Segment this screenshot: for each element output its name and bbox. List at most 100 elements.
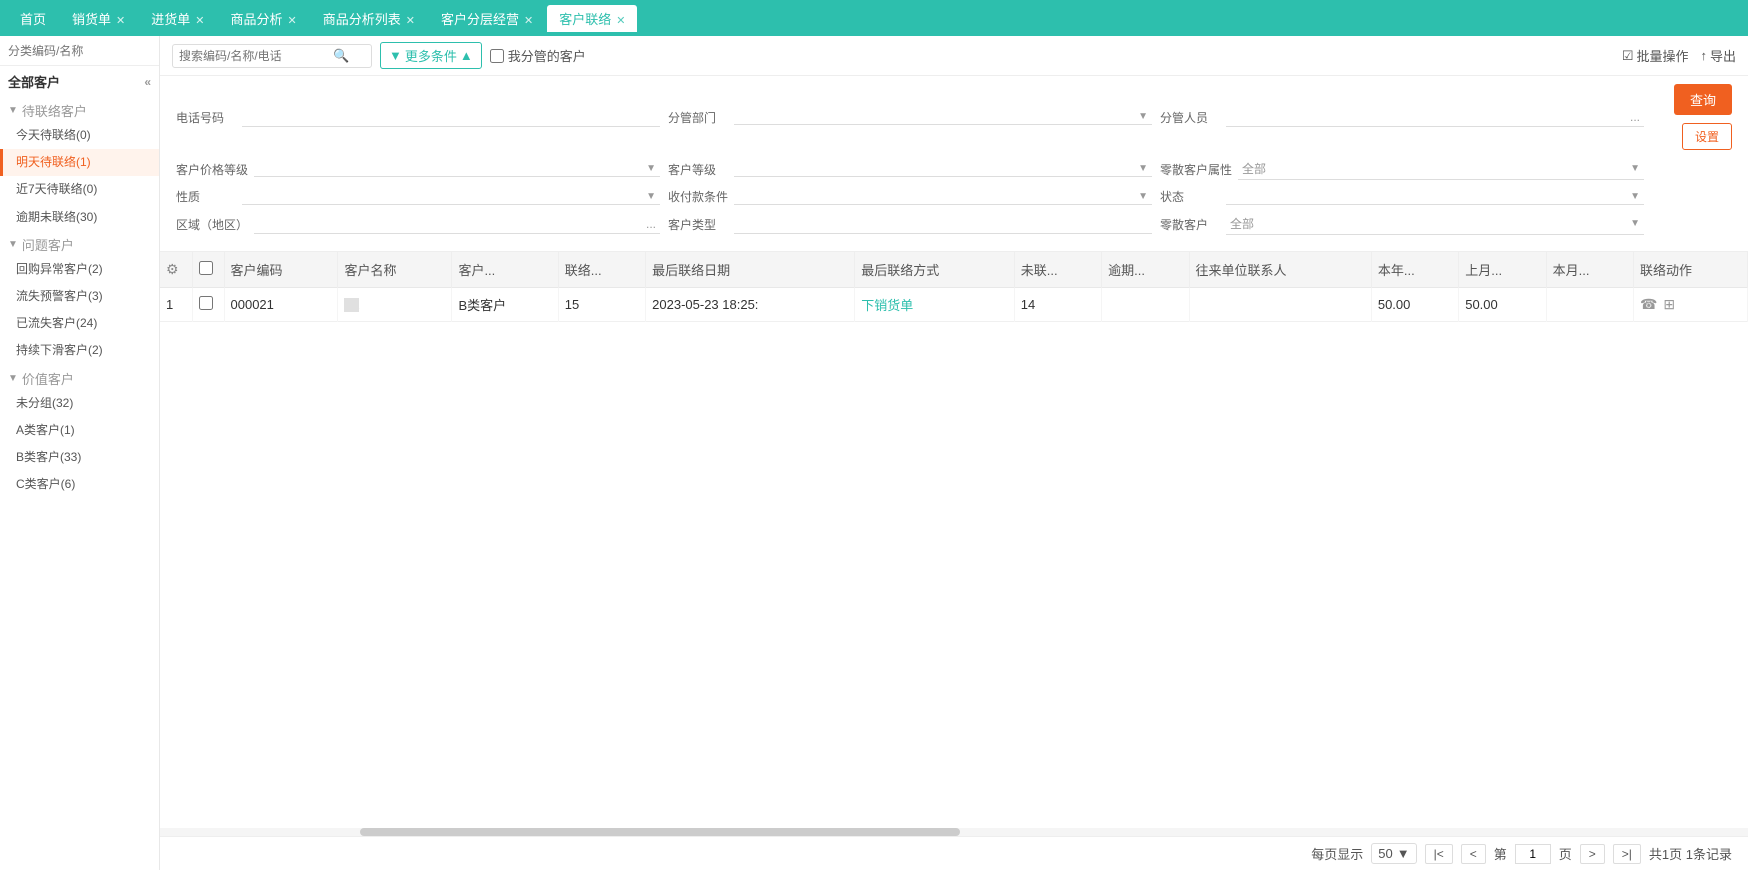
filter-cell-phone: 电话号码 <box>176 108 660 127</box>
per-page-select[interactable]: 50 ▼ <box>1371 843 1416 864</box>
batch-ops-icon: ☑ <box>1622 48 1634 64</box>
right-actions: ☑ 批量操作 ↑ 导出 <box>1622 46 1736 65</box>
settings-button[interactable]: 设置 <box>1682 123 1732 150</box>
search-wrap: 🔍 <box>172 44 372 68</box>
scrollbar-thumb[interactable] <box>360 828 960 836</box>
advanced-filter-panel: 电话号码 分管部门 ▼ 分管人员 ... 查询 <box>160 76 1748 252</box>
retail-select[interactable]: 全部 ▼ <box>1226 213 1644 235</box>
sidebar-search-area: 🔍 <box>0 36 159 66</box>
sidebar-item-class-a[interactable]: A类客户(1) <box>0 417 159 444</box>
page-input[interactable] <box>1515 844 1551 864</box>
row-code: 000021 <box>224 288 338 322</box>
sidebar-group-problem: ▼ 问题客户 <box>0 231 159 256</box>
price-grade-label: 客户价格等级 <box>176 161 248 178</box>
my-customers-checkbox-label[interactable]: 我分管的客户 <box>490 46 586 65</box>
row-action-cell: ☎ ⊞ <box>1633 288 1747 322</box>
nav-home[interactable]: 首页 <box>8 5 58 32</box>
group-dot: ▼ <box>8 105 18 116</box>
retail-arrow: ▼ <box>1630 218 1640 229</box>
retail-attr-select[interactable]: 全部 ▼ <box>1238 158 1644 180</box>
dept-select[interactable]: ▼ <box>734 109 1152 125</box>
my-customers-checkbox[interactable] <box>490 49 504 63</box>
sidebar-all-customers[interactable]: 全部客户 « <box>0 66 159 97</box>
row-last-way: 下销货单 <box>855 288 1015 322</box>
retail-label: 零散客户 <box>1160 216 1220 233</box>
col-gear: ⚙ <box>160 252 192 288</box>
more-filter-button[interactable]: ▼ 更多条件 ▲ <box>380 42 482 69</box>
sidebar-item-tomorrow[interactable]: 明天待联络(1) <box>0 149 159 176</box>
more-filter-label: 更多条件 <box>405 46 457 65</box>
retail-attr-text: 全部 <box>1242 160 1266 177</box>
row-checkbox[interactable] <box>199 296 213 310</box>
sidebar-item-today[interactable]: 今天待联络(0) <box>0 122 159 149</box>
nav-sales[interactable]: 销货单✕ <box>60 5 137 32</box>
horizontal-scrollbar[interactable] <box>160 828 1748 836</box>
contact-action-icon[interactable]: ☎ <box>1640 296 1657 313</box>
customer-grade-select[interactable]: ▼ <box>734 161 1152 177</box>
dept-label: 分管部门 <box>668 109 728 126</box>
close-customer-seg-icon[interactable]: ✕ <box>524 15 533 27</box>
customer-type-input[interactable] <box>734 215 1152 234</box>
filter-cell-dept: 分管部门 ▼ <box>668 109 1152 126</box>
nav-purchase[interactable]: 进货单✕ <box>139 5 216 32</box>
region-label: 区域（地区） <box>176 216 248 233</box>
close-customer-contact-icon[interactable]: ✕ <box>616 15 625 27</box>
close-product-analysis-list-icon[interactable]: ✕ <box>406 15 415 27</box>
sidebar-item-declining[interactable]: 持续下滑客户(2) <box>0 337 159 364</box>
grid-action-icon[interactable]: ⊞ <box>1663 296 1675 313</box>
sidebar-item-class-c[interactable]: C类客户(6) <box>0 471 159 498</box>
status-select[interactable]: ▼ <box>1226 189 1644 205</box>
col-last-month: 上月... <box>1459 252 1546 288</box>
nav-product-analysis-list[interactable]: 商品分析列表✕ <box>311 5 427 32</box>
sidebar-item-churn-warning[interactable]: 流失预警客户(3) <box>0 283 159 310</box>
col-name: 客户名称 <box>338 252 452 288</box>
search-icon[interactable]: 🔍 <box>333 48 349 64</box>
close-purchase-icon[interactable]: ✕ <box>195 15 204 27</box>
nav-product-analysis[interactable]: 商品分析✕ <box>218 5 308 32</box>
export-icon: ↑ <box>1700 48 1707 63</box>
group-dot2: ▼ <box>8 239 18 250</box>
payment-select[interactable]: ▼ <box>734 189 1152 205</box>
select-all-checkbox[interactable] <box>199 261 213 275</box>
caret-icon: ▲ <box>460 48 473 63</box>
query-button[interactable]: 查询 <box>1674 84 1732 115</box>
last-page-button[interactable]: >| <box>1613 844 1641 864</box>
export-button[interactable]: ↑ 导出 <box>1700 46 1736 65</box>
sidebar-item-ungrouped[interactable]: 未分组(32) <box>0 390 159 417</box>
nav-customer-contact[interactable]: 客户联络✕ <box>547 5 637 32</box>
sidebar-item-7days[interactable]: 近7天待联络(0) <box>0 176 159 203</box>
retail-text: 全部 <box>1230 215 1254 232</box>
first-page-button[interactable]: |< <box>1425 844 1453 864</box>
nav-customer-segmentation[interactable]: 客户分层经营✕ <box>429 5 545 32</box>
row-last-date: 2023-05-23 18:25: <box>646 288 855 322</box>
sidebar-item-churned[interactable]: 已流失客户(24) <box>0 310 159 337</box>
content-area: 🔍 ▼ 更多条件 ▲ 我分管的客户 ☑ 批量操作 ↑ 导出 <box>160 36 1748 870</box>
table-gear-icon[interactable]: ⚙ <box>166 261 179 277</box>
close-sales-icon[interactable]: ✕ <box>116 15 125 27</box>
per-page-value: 50 <box>1378 846 1392 861</box>
batch-ops-button[interactable]: ☑ 批量操作 <box>1622 46 1689 65</box>
phone-input[interactable] <box>242 108 660 127</box>
search-input[interactable] <box>179 49 329 63</box>
close-product-analysis-icon[interactable]: ✕ <box>288 15 297 27</box>
manager-label: 分管人员 <box>1160 109 1220 126</box>
customer-grade-arrow: ▼ <box>1138 163 1148 174</box>
collapse-icon: « <box>144 75 151 89</box>
price-grade-select[interactable]: ▼ <box>254 161 660 177</box>
last-way-link[interactable]: 下销货单 <box>861 298 913 313</box>
col-type: 客户... <box>452 252 558 288</box>
sidebar-item-repurchase-abnormal[interactable]: 回购异常客户(2) <box>0 256 159 283</box>
manager-dots-button[interactable]: ... <box>1630 110 1640 124</box>
prev-page-button[interactable]: < <box>1461 844 1486 864</box>
group-title-value: 价值客户 <box>22 369 74 388</box>
status-label: 状态 <box>1160 188 1220 205</box>
sidebar-item-overdue[interactable]: 逾期未联络(30) <box>0 204 159 231</box>
retail-attr-arrow: ▼ <box>1630 163 1640 174</box>
region-dots-button[interactable]: ... <box>646 217 656 231</box>
col-not-contact: 未联... <box>1014 252 1101 288</box>
price-grade-arrow: ▼ <box>646 163 656 174</box>
next-page-button[interactable]: > <box>1580 844 1605 864</box>
sidebar-item-class-b[interactable]: B类客户(33) <box>0 444 159 471</box>
sidebar-search-input[interactable] <box>8 44 160 58</box>
nature-select[interactable]: ▼ <box>242 189 660 205</box>
